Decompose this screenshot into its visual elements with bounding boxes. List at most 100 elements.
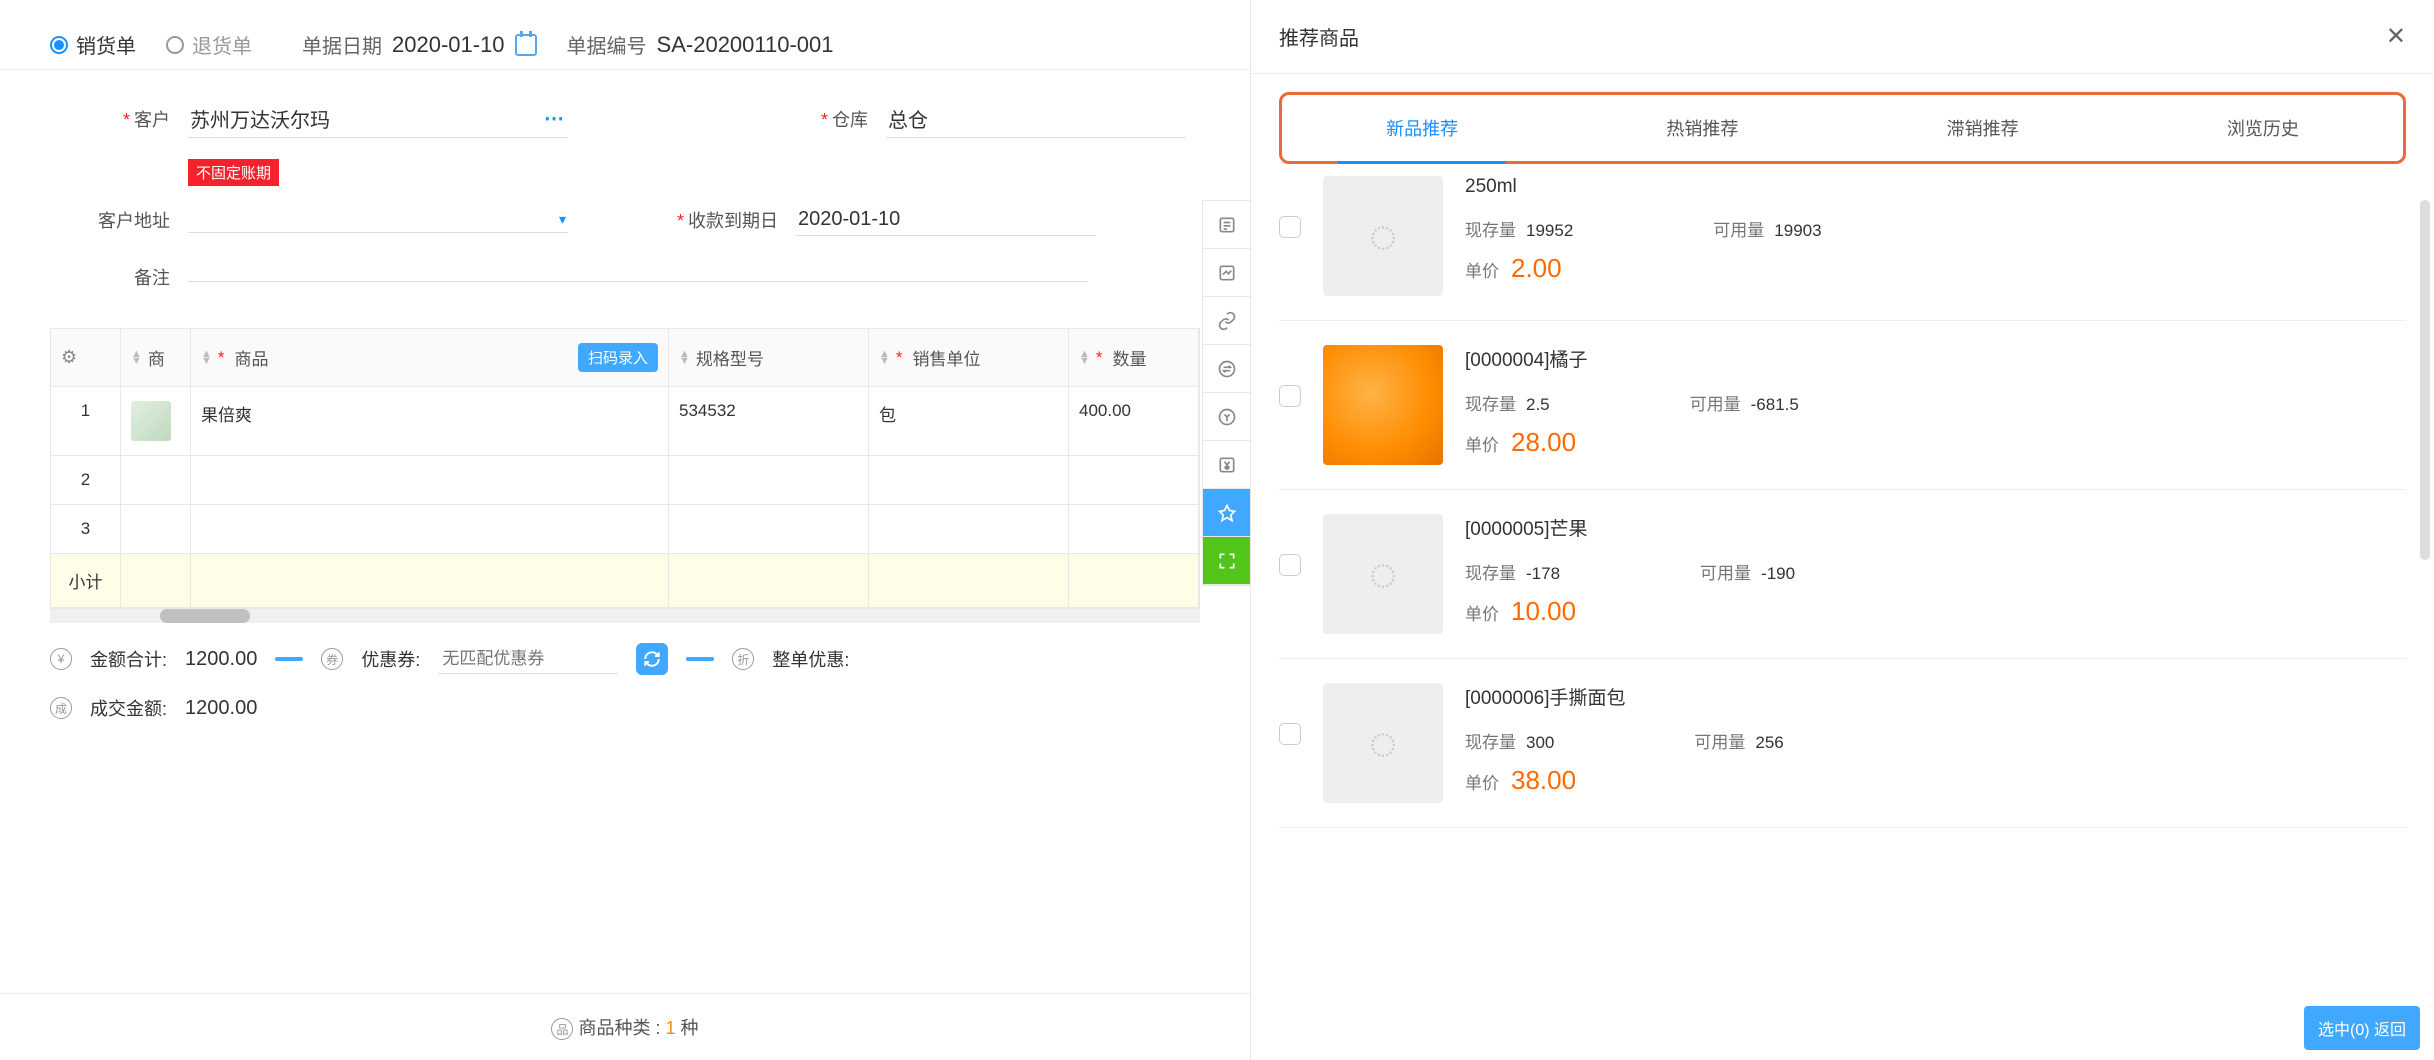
customer-label: 客户	[134, 110, 170, 130]
recommend-tab[interactable]: 浏览历史	[2123, 95, 2403, 161]
stock-label: 现存量	[1465, 395, 1516, 414]
due-date-value: 2020-01-10	[798, 208, 900, 231]
recommend-item[interactable]: ◌ [0000006]手撕面包 现存量300 可用量256 单价38.00	[1279, 659, 2406, 828]
stock-value: 300	[1526, 733, 1554, 752]
chevron-down-icon[interactable]: ▾	[559, 211, 566, 228]
line-items-grid: ⚙ ▲▼商 ▲▼*商品扫码录入 ▲▼规格型号 ▲▼*销售单位 ▲▼*数量 1 果…	[50, 328, 1200, 609]
close-icon[interactable]: ✕	[2386, 22, 2406, 51]
price-label: 单价	[1465, 436, 1499, 455]
address-label: 客户地址	[50, 207, 170, 233]
list-icon[interactable]	[1203, 201, 1250, 249]
product-image: ◌	[1323, 176, 1443, 296]
stock-label: 现存量	[1465, 733, 1516, 752]
table-row[interactable]: 2	[51, 456, 1199, 505]
side-toolbar	[1202, 200, 1250, 586]
vertical-scrollbar[interactable]	[2420, 200, 2430, 560]
avail-label: 可用量	[1700, 564, 1751, 583]
coupon-label: 优惠券:	[361, 646, 420, 672]
discount-icon: 折	[732, 648, 754, 670]
tab-label: 销货单	[76, 30, 136, 59]
avail-value: -681.5	[1751, 395, 1799, 414]
kind-label: 商品种类 :	[578, 1018, 660, 1038]
tab-sales-order[interactable]: 销货单	[50, 30, 136, 59]
subtotal-label: 小计	[51, 554, 121, 607]
recommend-tab[interactable]: 滞销推荐	[1843, 95, 2123, 161]
receipt-icon[interactable]	[1203, 393, 1250, 441]
price-value: 10.00	[1511, 596, 1576, 626]
customer-input[interactable]: 苏州万达沃尔玛 ⋯	[188, 100, 568, 138]
yen-circle-icon[interactable]	[1203, 441, 1250, 489]
horizontal-scrollbar[interactable]	[50, 609, 1200, 623]
col-spec: 规格型号	[696, 345, 764, 370]
doc-number-label: 单据编号	[567, 30, 647, 59]
recommend-panel: 推荐商品 ✕ 新品推荐热销推荐滞销推荐浏览历史 ◌ 250ml 现存量19952…	[1250, 0, 2434, 1060]
item-checkbox[interactable]	[1279, 385, 1301, 407]
address-input[interactable]: ▾	[188, 207, 568, 233]
item-checkbox[interactable]	[1279, 723, 1301, 745]
due-date-input[interactable]: 2020-01-10	[796, 204, 1096, 236]
sort-icon[interactable]: ▲▼	[201, 351, 212, 365]
account-period-badge: 不固定账期	[188, 159, 279, 186]
address-field: 客户地址 ▾	[50, 207, 568, 233]
recommend-tab[interactable]: 热销推荐	[1562, 95, 1842, 161]
sort-icon[interactable]: ▲▼	[879, 351, 890, 365]
footer-summary: 品 商品种类 : 1 种	[0, 993, 1250, 1060]
recommend-item[interactable]: ◌ [0000005]芒果 现存量-178 可用量-190 单价10.00	[1279, 490, 2406, 659]
more-icon[interactable]: ⋯	[544, 106, 566, 131]
coupon-input[interactable]	[438, 645, 618, 674]
recommend-tabs-highlight: 新品推荐热销推荐滞销推荐浏览历史	[1279, 92, 2406, 164]
star-icon[interactable]	[1203, 489, 1250, 537]
yen-icon: ¥	[50, 648, 72, 670]
expand-icon[interactable]	[1203, 537, 1250, 585]
customer-value: 苏州万达沃尔玛	[190, 104, 330, 133]
recommend-item[interactable]: ◌ 250ml 现存量19952 可用量19903 单价2.00	[1279, 152, 2406, 321]
sort-icon[interactable]: ▲▼	[131, 351, 142, 365]
remark-label: 备注	[50, 264, 170, 290]
recommend-tab[interactable]: 新品推荐	[1282, 95, 1562, 161]
product-name: [0000004]橘子	[1465, 345, 2406, 372]
due-date-label: 收款到期日	[688, 211, 778, 231]
refresh-button[interactable]	[636, 643, 668, 675]
doc-type-tabs: 销货单 退货单 单据日期 2020-01-10 单据编号 SA-20200110…	[0, 20, 1250, 70]
coupon-icon: 券	[321, 648, 343, 670]
calendar-icon[interactable]	[515, 34, 537, 56]
amount-value: 1200.00	[185, 648, 257, 671]
stock-label: 现存量	[1465, 564, 1516, 583]
deal-label: 成交金额:	[90, 695, 167, 721]
exchange-icon[interactable]	[1203, 345, 1250, 393]
table-row[interactable]: 3	[51, 505, 1199, 554]
panel-title: 推荐商品	[1279, 22, 1359, 51]
remark-input[interactable]	[188, 273, 1088, 282]
doc-date-label: 单据日期	[302, 30, 382, 59]
stock-value: 19952	[1526, 221, 1573, 240]
sales-order-form: 销货单 退货单 单据日期 2020-01-10 单据编号 SA-20200110…	[0, 0, 1250, 1060]
chart-icon[interactable]	[1203, 249, 1250, 297]
remark-field: 备注	[50, 264, 1088, 290]
doc-number-value: SA-20200110-001	[657, 32, 834, 58]
whole-discount-label: 整单优惠:	[772, 646, 849, 672]
avail-label: 可用量	[1694, 733, 1745, 752]
sort-icon[interactable]: ▲▼	[679, 351, 690, 365]
kind-count: 1	[666, 1018, 676, 1038]
item-checkbox[interactable]	[1279, 216, 1301, 238]
radio-unselected-icon	[166, 36, 184, 54]
scan-input-button[interactable]: 扫码录入	[578, 343, 658, 372]
table-row[interactable]: 1 果倍爽 534532 包 400.00	[51, 387, 1199, 456]
avail-value: -190	[1761, 564, 1795, 583]
product-image: ◌	[1323, 514, 1443, 634]
recommend-item[interactable]: [0000004]橘子 现存量2.5 可用量-681.5 单价28.00	[1279, 321, 2406, 490]
avail-value: 19903	[1774, 221, 1821, 240]
gear-icon[interactable]: ⚙	[61, 347, 77, 368]
tab-return-order[interactable]: 退货单	[166, 30, 252, 59]
item-checkbox[interactable]	[1279, 554, 1301, 576]
link-icon[interactable]	[1203, 297, 1250, 345]
col-image: 商	[148, 345, 165, 370]
recommend-list[interactable]: ◌ 250ml 现存量19952 可用量19903 单价2.00 [000000…	[1251, 152, 2434, 996]
customer-field: *客户 苏州万达沃尔玛 ⋯	[50, 100, 568, 138]
selected-return-button[interactable]: 选中(0) 返回	[2304, 1006, 2420, 1050]
warehouse-input[interactable]: 总仓	[886, 100, 1186, 138]
doc-date-field: 单据日期 2020-01-10	[302, 30, 537, 59]
avail-label: 可用量	[1713, 221, 1764, 240]
doc-date-value[interactable]: 2020-01-10	[392, 32, 505, 58]
sort-icon[interactable]: ▲▼	[1079, 351, 1090, 365]
